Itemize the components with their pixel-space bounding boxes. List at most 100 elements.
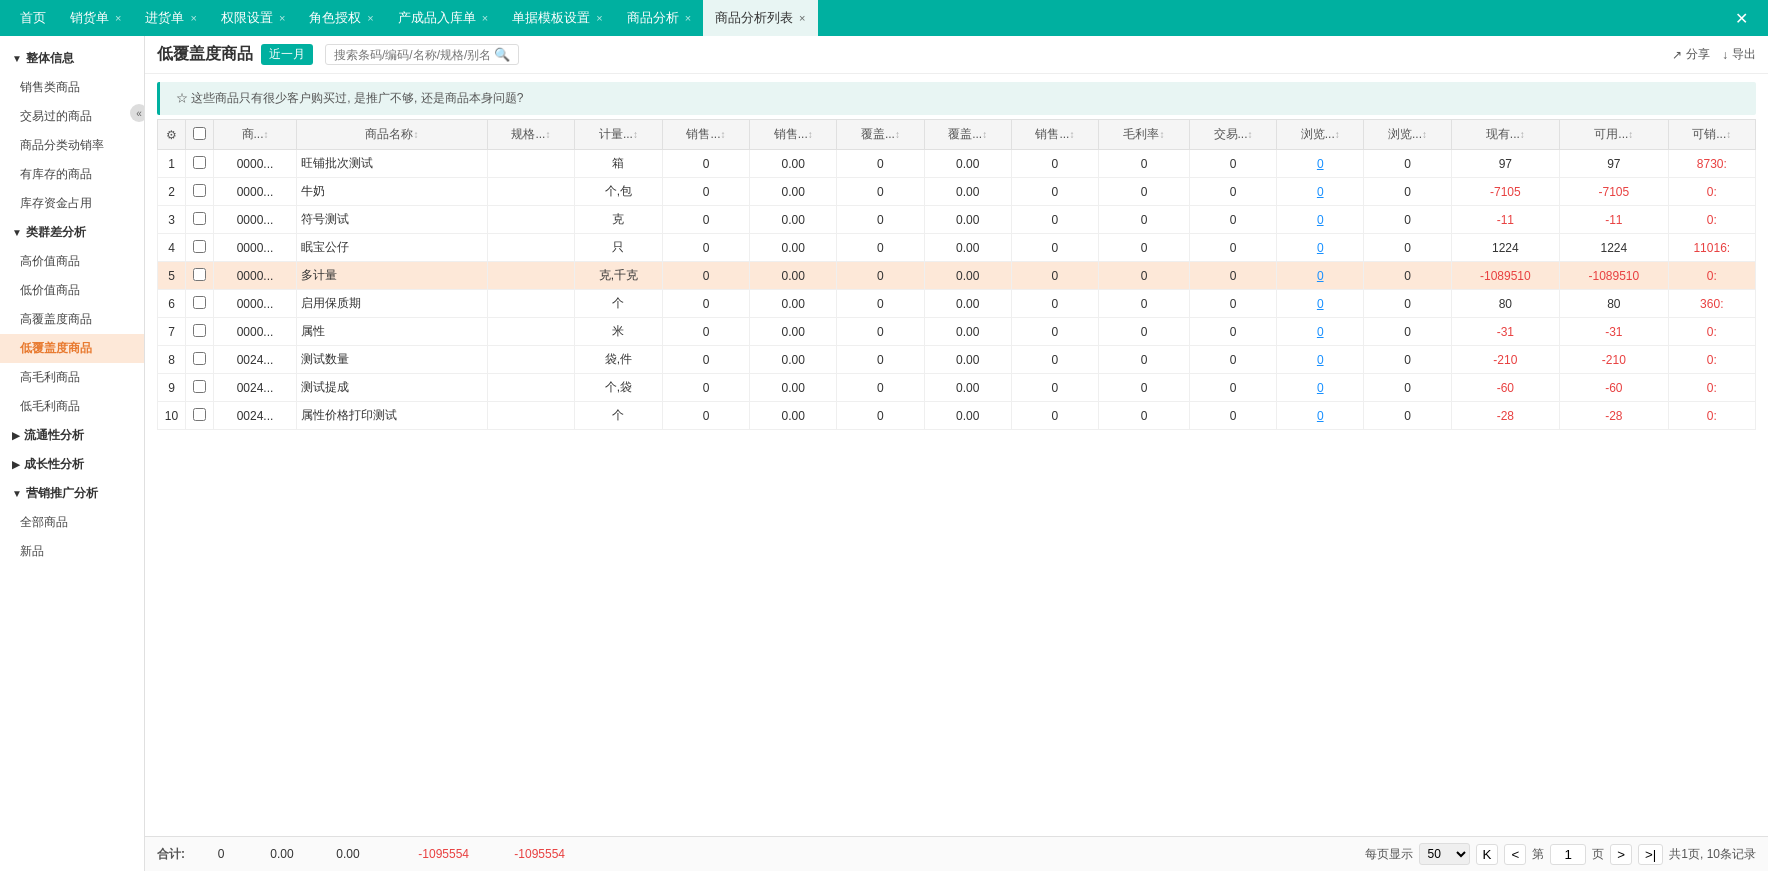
cell-browse1[interactable]: 0	[1277, 178, 1364, 206]
col-saleable[interactable]: 可销...↕	[1668, 120, 1755, 150]
close-icon[interactable]: ×	[190, 12, 196, 24]
sidebar-section-liquidity[interactable]: ▶ 流通性分析	[0, 421, 144, 450]
prev-page-button[interactable]: <	[1504, 844, 1526, 865]
sidebar-collapse-button[interactable]: «	[130, 104, 145, 122]
last-page-button[interactable]: >|	[1638, 844, 1663, 865]
cell-checkbox[interactable]	[186, 346, 214, 374]
col-sales-qty[interactable]: 销售...↕	[662, 120, 749, 150]
cell-browse1[interactable]: 0	[1277, 206, 1364, 234]
nav-permission[interactable]: 权限设置 ×	[209, 0, 297, 36]
cell-browse2: 0	[1364, 150, 1451, 178]
nav-home[interactable]: 首页	[8, 0, 58, 36]
time-filter-button[interactable]: 近一月	[261, 44, 313, 65]
sidebar-item-sales-goods[interactable]: 销售类商品	[0, 73, 144, 102]
sidebar-item-category-turnover[interactable]: 商品分类动销率	[0, 131, 144, 160]
col-cover2[interactable]: 覆盖...↕	[924, 120, 1011, 150]
export-button[interactable]: ↓ 导出	[1722, 46, 1756, 63]
nav-product-analysis-list[interactable]: 商品分析列表 ×	[703, 0, 817, 36]
nav-template[interactable]: 单据模板设置 ×	[500, 0, 614, 36]
sidebar-item-new-goods[interactable]: 新品	[0, 537, 144, 566]
sidebar-item-low-coverage[interactable]: 低覆盖度商品	[0, 334, 144, 363]
next-page-button[interactable]: >	[1610, 844, 1632, 865]
cell-checkbox[interactable]	[186, 262, 214, 290]
cell-browse1[interactable]: 0	[1277, 402, 1364, 430]
sidebar-item-in-stock[interactable]: 有库存的商品	[0, 160, 144, 189]
cell-sales3: 0	[1011, 290, 1098, 318]
close-icon[interactable]: ×	[482, 12, 488, 24]
cell-checkbox[interactable]	[186, 178, 214, 206]
cell-browse1[interactable]: 0	[1277, 234, 1364, 262]
col-spec[interactable]: 规格...↕	[487, 120, 574, 150]
cell-cover1: 0	[837, 206, 924, 234]
sidebar-item-high-value[interactable]: 高价值商品	[0, 247, 144, 276]
nav-purchase[interactable]: 进货单 ×	[133, 0, 208, 36]
cell-avail: 1224	[1560, 234, 1669, 262]
sidebar-item-low-margin[interactable]: 低毛利商品	[0, 392, 144, 421]
sidebar-item-high-margin[interactable]: 高毛利商品	[0, 363, 144, 392]
close-icon[interactable]: ×	[799, 12, 805, 24]
col-cover1[interactable]: 覆盖...↕	[837, 120, 924, 150]
nav-role[interactable]: 角色授权 ×	[297, 0, 385, 36]
col-sales3[interactable]: 销售...↕	[1011, 120, 1098, 150]
cell-checkbox[interactable]	[186, 318, 214, 346]
table-container[interactable]: ⚙ 商...↕ 商品名称↕ 规格...↕ 计量...↕ 销售...↕ 销售...…	[145, 119, 1768, 836]
cell-browse1[interactable]: 0	[1277, 262, 1364, 290]
close-icon[interactable]: ×	[279, 12, 285, 24]
col-checkbox[interactable]	[186, 120, 214, 150]
col-setting[interactable]: ⚙	[158, 120, 186, 150]
col-browse1[interactable]: 浏览...↕	[1277, 120, 1364, 150]
cell-avail: -7105	[1560, 178, 1669, 206]
cell-cover1: 0	[837, 290, 924, 318]
search-input[interactable]	[334, 48, 494, 62]
cell-browse1[interactable]: 0	[1277, 290, 1364, 318]
sidebar-section-cluster[interactable]: ▼ 类群差分析	[0, 218, 144, 247]
col-trade[interactable]: 交易...↕	[1189, 120, 1276, 150]
col-stock[interactable]: 现有...↕	[1451, 120, 1560, 150]
cell-checkbox[interactable]	[186, 290, 214, 318]
cell-browse1[interactable]: 0	[1277, 150, 1364, 178]
first-page-button[interactable]: K	[1476, 844, 1499, 865]
cell-browse1[interactable]: 0	[1277, 346, 1364, 374]
cell-browse1[interactable]: 0	[1277, 318, 1364, 346]
col-code[interactable]: 商...↕	[214, 120, 297, 150]
sidebar-section-overview[interactable]: ▼ 整体信息	[0, 44, 144, 73]
cell-spec	[487, 262, 574, 290]
nav-sales[interactable]: 销货单 ×	[58, 0, 133, 36]
nav-product-inbound[interactable]: 产成品入库单 ×	[386, 0, 500, 36]
col-unit[interactable]: 计量...↕	[575, 120, 663, 150]
sidebar-section-marketing[interactable]: ▼ 营销推广分析	[0, 479, 144, 508]
share-button[interactable]: ↗ 分享	[1672, 46, 1710, 63]
sidebar-item-inventory-capital[interactable]: 库存资金占用	[0, 189, 144, 218]
cell-saleable: 11016:	[1668, 234, 1755, 262]
cell-checkbox[interactable]	[186, 234, 214, 262]
sidebar-item-low-value[interactable]: 低价值商品	[0, 276, 144, 305]
sidebar-item-high-coverage[interactable]: 高覆盖度商品	[0, 305, 144, 334]
sidebar-item-traded-goods[interactable]: 交易过的商品	[0, 102, 144, 131]
search-icon[interactable]: 🔍	[494, 47, 510, 62]
cell-checkbox[interactable]	[186, 150, 214, 178]
window-close-button[interactable]: ✕	[1723, 0, 1760, 36]
close-icon[interactable]: ×	[685, 12, 691, 24]
cell-sales-qty: 0	[662, 318, 749, 346]
close-icon[interactable]: ×	[115, 12, 121, 24]
close-icon[interactable]: ×	[367, 12, 373, 24]
col-browse2[interactable]: 浏览...↕	[1364, 120, 1451, 150]
cell-checkbox[interactable]	[186, 402, 214, 430]
col-name[interactable]: 商品名称↕	[297, 120, 488, 150]
cell-saleable: 0:	[1668, 206, 1755, 234]
cell-browse1[interactable]: 0	[1277, 374, 1364, 402]
cell-checkbox[interactable]	[186, 206, 214, 234]
col-avail[interactable]: 可用...↕	[1560, 120, 1669, 150]
cell-sales-qty: 0	[662, 178, 749, 206]
col-sales-amt[interactable]: 销售...↕	[750, 120, 837, 150]
per-page-select[interactable]: 50 10 20 100	[1419, 843, 1470, 865]
col-gross-rate[interactable]: 毛利率↕	[1099, 120, 1190, 150]
close-icon[interactable]: ×	[596, 12, 602, 24]
cell-checkbox[interactable]	[186, 374, 214, 402]
sidebar-section-growth[interactable]: ▶ 成长性分析	[0, 450, 144, 479]
data-table: ⚙ 商...↕ 商品名称↕ 规格...↕ 计量...↕ 销售...↕ 销售...…	[157, 119, 1756, 430]
select-all-checkbox[interactable]	[193, 127, 206, 140]
sidebar-item-all-goods[interactable]: 全部商品	[0, 508, 144, 537]
page-number-input[interactable]	[1550, 844, 1586, 865]
nav-product-analysis[interactable]: 商品分析 ×	[615, 0, 703, 36]
